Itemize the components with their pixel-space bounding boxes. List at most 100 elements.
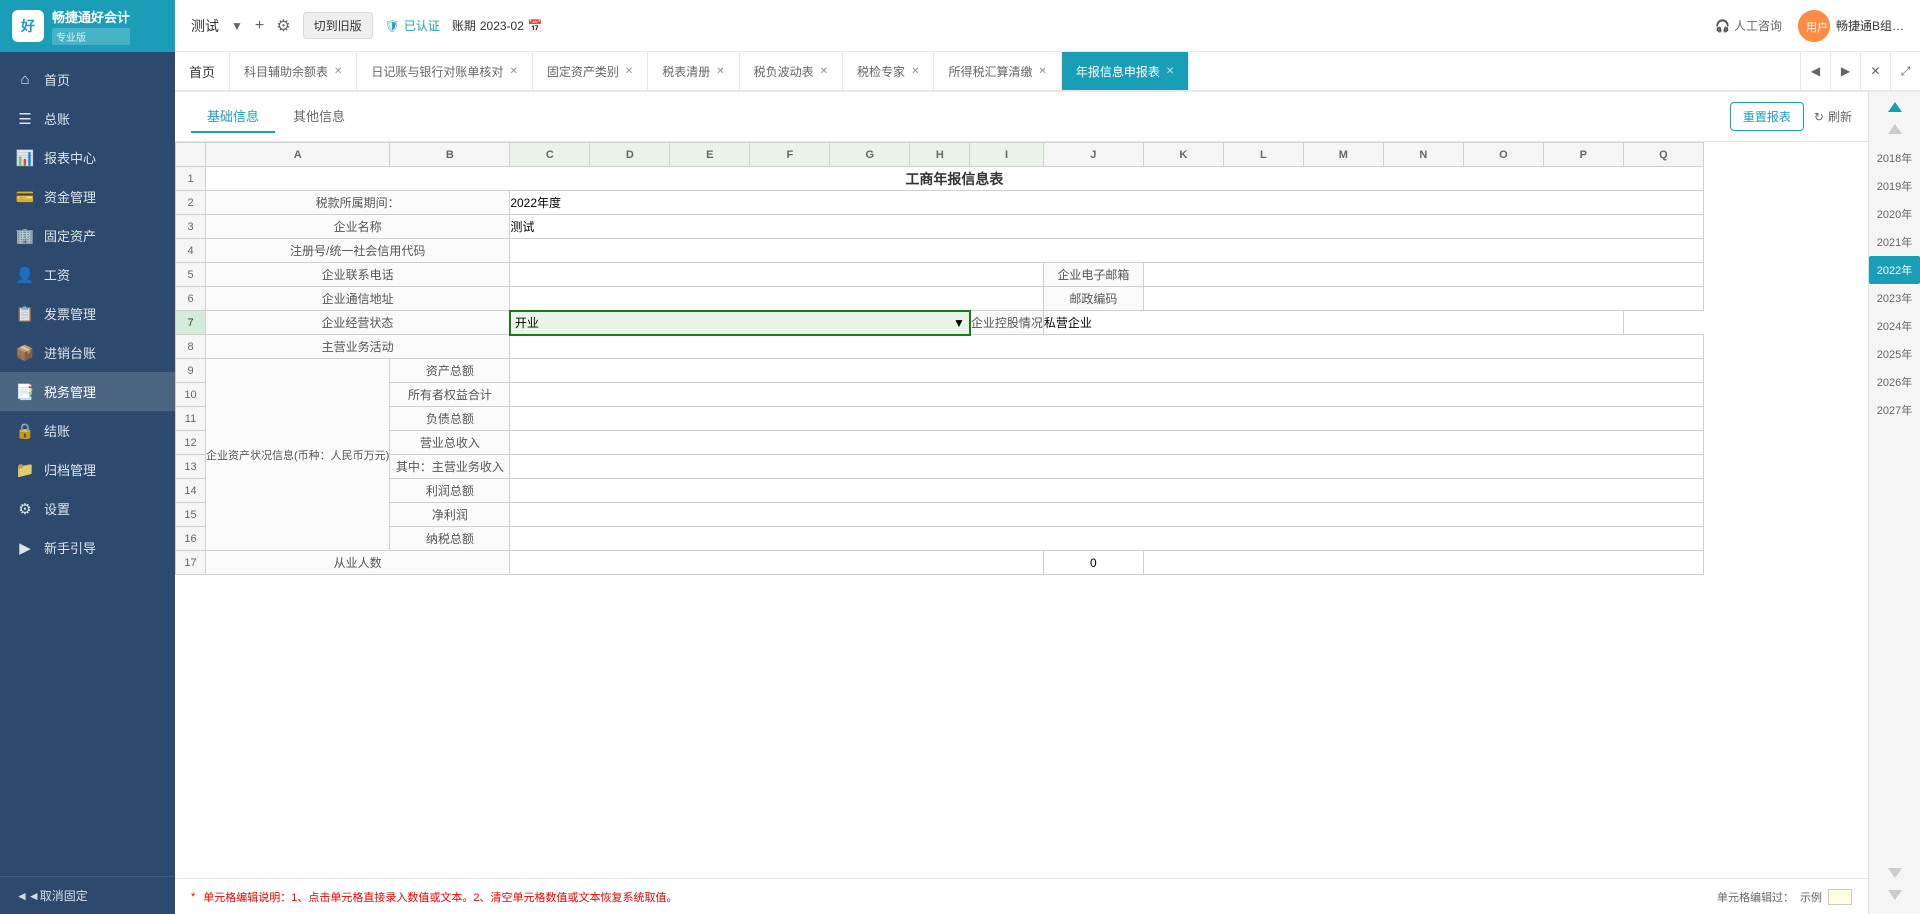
cell-15-label[interactable]: 净利润 xyxy=(390,503,510,527)
sidebar-item-home[interactable]: ⌂首页 xyxy=(0,60,175,99)
year-item-2021[interactable]: 2021年 xyxy=(1869,228,1920,256)
tab-tax-wave[interactable]: 税负波动表 ✕ xyxy=(740,52,843,90)
cell-11-label[interactable]: 负债总额 xyxy=(390,407,510,431)
col-header-f[interactable]: F xyxy=(750,143,830,167)
cell-10-value[interactable] xyxy=(510,383,1704,407)
cell-9-label[interactable]: 资产总额 xyxy=(390,359,510,383)
cell-7-label[interactable]: 企业经营状态 xyxy=(206,311,510,335)
cell-8-label[interactable]: 主营业务活动 xyxy=(206,335,510,359)
cell-14-label[interactable]: 利润总额 xyxy=(390,479,510,503)
tab-close-icon[interactable]: ✕ xyxy=(334,66,342,77)
col-header-a[interactable]: A xyxy=(206,143,390,167)
tab-nav-left[interactable]: ◀ xyxy=(1800,52,1830,91)
sidebar-item-payroll[interactable]: 👤工资 xyxy=(0,255,175,294)
col-header-h[interactable]: H xyxy=(910,143,970,167)
cell-11-value[interactable] xyxy=(510,407,1704,431)
tab-close-icon[interactable]: ✕ xyxy=(716,66,724,77)
tab-close-icon[interactable]: ✕ xyxy=(509,66,517,77)
col-header-n[interactable]: N xyxy=(1383,143,1463,167)
sidebar-item-guide[interactable]: ▶新手引导 xyxy=(0,528,175,567)
title-cell[interactable]: 工商年报信息表 xyxy=(206,167,1704,191)
year-nav-down2[interactable] xyxy=(1875,884,1915,906)
add-icon[interactable]: + xyxy=(255,17,264,35)
cell-7-control-label[interactable]: 企业控股情况 xyxy=(970,311,1044,335)
tab-basic-info[interactable]: 基础信息 xyxy=(191,100,275,133)
settings-icon[interactable]: ⚙ xyxy=(276,16,290,36)
sidebar-item-close[interactable]: 🔒结账 xyxy=(0,411,175,450)
year-item-2023[interactable]: 2023年 xyxy=(1869,284,1920,312)
cell-5-label[interactable]: 企业联系电话 xyxy=(206,263,510,287)
cell-7-dropdown[interactable]: 开业 ▼ xyxy=(510,311,970,335)
tab-tax-table[interactable]: 税表清册 ✕ xyxy=(648,52,739,90)
cell-6-label[interactable]: 企业通信地址 xyxy=(206,287,510,311)
calendar-icon[interactable]: 📅 xyxy=(528,19,543,33)
col-header-m[interactable]: M xyxy=(1303,143,1383,167)
sidebar-item-tax[interactable]: 📑税务管理 xyxy=(0,372,175,411)
col-header-d[interactable]: D xyxy=(590,143,670,167)
col-header-e[interactable]: E xyxy=(670,143,750,167)
tab-home[interactable]: 首页 xyxy=(175,52,230,90)
year-item-2019[interactable]: 2019年 xyxy=(1869,172,1920,200)
cell-12-value[interactable] xyxy=(510,431,1704,455)
tab-other-info[interactable]: 其他信息 xyxy=(277,100,361,133)
service-button[interactable]: 🎧 人工咨询 xyxy=(1715,17,1782,34)
cell-4-value[interactable] xyxy=(510,239,1704,263)
cell-6-postal-value[interactable] xyxy=(1143,287,1703,311)
cancel-fixed-button[interactable]: ◄◄取消固定 xyxy=(16,887,159,904)
tab-nav-close[interactable]: ✕ xyxy=(1860,52,1890,91)
sidebar-item-ledger[interactable]: ☰总账 xyxy=(0,99,175,138)
cell-9-value[interactable] xyxy=(510,359,1704,383)
spreadsheet[interactable]: A B C D E F G H I J K L xyxy=(175,142,1868,878)
cell-5-email-label[interactable]: 企业电子邮箱 xyxy=(1043,263,1143,287)
tab-close-icon[interactable]: ✕ xyxy=(625,66,633,77)
cell-14-value[interactable] xyxy=(510,479,1704,503)
cell-10-label[interactable]: 所有者权益合计 xyxy=(390,383,510,407)
year-item-2022[interactable]: 2022年 xyxy=(1869,256,1920,284)
cell-16-label[interactable]: 纳税总额 xyxy=(390,527,510,551)
tab-nav-right[interactable]: ▶ xyxy=(1830,52,1860,91)
col-header-o[interactable]: O xyxy=(1463,143,1543,167)
tab-journal[interactable]: 日记账与银行对账单核对 ✕ xyxy=(357,52,532,90)
tab-close-icon[interactable]: ✕ xyxy=(1166,66,1174,77)
tab-close-icon[interactable]: ✕ xyxy=(1038,66,1046,77)
sidebar-item-inventory[interactable]: 📦进销台账 xyxy=(0,333,175,372)
sidebar-item-assets[interactable]: 🏢固定资产 xyxy=(0,216,175,255)
cell-13-label[interactable]: 其中：主营业务收入 xyxy=(390,455,510,479)
tab-annual-report[interactable]: 年报信息申报表 ✕ xyxy=(1062,52,1189,90)
cell-2-label[interactable]: 税款所属期间： xyxy=(206,191,510,215)
cell-5-email-value[interactable] xyxy=(1143,263,1703,287)
reset-button[interactable]: 重置报表 xyxy=(1730,102,1804,131)
year-nav-up[interactable] xyxy=(1875,96,1915,118)
cell-4-label[interactable]: 注册号/统一社会信用代码 xyxy=(206,239,510,263)
sidebar-item-report[interactable]: 📊报表中心 xyxy=(0,138,175,177)
sidebar-item-archive[interactable]: 📁归档管理 xyxy=(0,450,175,489)
cell-3-value[interactable]: 测试 xyxy=(510,215,1704,239)
year-item-2026[interactable]: 2026年 xyxy=(1869,368,1920,396)
cell-6-postal-label[interactable]: 邮政编码 xyxy=(1043,287,1143,311)
sidebar-item-invoice[interactable]: 📋发票管理 xyxy=(0,294,175,333)
col-header-i[interactable]: I xyxy=(970,143,1044,167)
tab-fixed-assets[interactable]: 固定资产类别 ✕ xyxy=(533,52,648,90)
cell-16-value[interactable] xyxy=(510,527,1704,551)
year-item-2024[interactable]: 2024年 xyxy=(1869,312,1920,340)
year-item-2025[interactable]: 2025年 xyxy=(1869,340,1920,368)
refresh-button[interactable]: ↻ 刷新 xyxy=(1814,108,1852,125)
tab-tax-check[interactable]: 税检专家 ✕ xyxy=(843,52,934,90)
col-header-g[interactable]: G xyxy=(830,143,910,167)
tab-nav-expand[interactable]: ⤢ xyxy=(1890,52,1920,91)
cell-12-label[interactable]: 营业总收入 xyxy=(390,431,510,455)
year-item-2018[interactable]: 2018年 xyxy=(1869,144,1920,172)
sidebar-item-fund[interactable]: 💳资金管理 xyxy=(0,177,175,216)
tab-auxiliary[interactable]: 科目辅助余额表 ✕ xyxy=(230,52,357,90)
cell-3-label[interactable]: 企业名称 xyxy=(206,215,510,239)
cell-17-value3[interactable] xyxy=(1143,551,1703,575)
year-nav-up2[interactable] xyxy=(1875,118,1915,140)
cell-6-value[interactable] xyxy=(510,287,1044,311)
old-version-button[interactable]: 切到旧版 xyxy=(303,12,373,39)
cell-17-value2[interactable]: 0 xyxy=(1043,551,1143,575)
cell-17-value1[interactable] xyxy=(510,551,1044,575)
col-header-b[interactable]: B xyxy=(390,143,510,167)
col-header-c[interactable]: C xyxy=(510,143,590,167)
cell-8-value[interactable] xyxy=(510,335,1704,359)
cell-15-value[interactable] xyxy=(510,503,1704,527)
